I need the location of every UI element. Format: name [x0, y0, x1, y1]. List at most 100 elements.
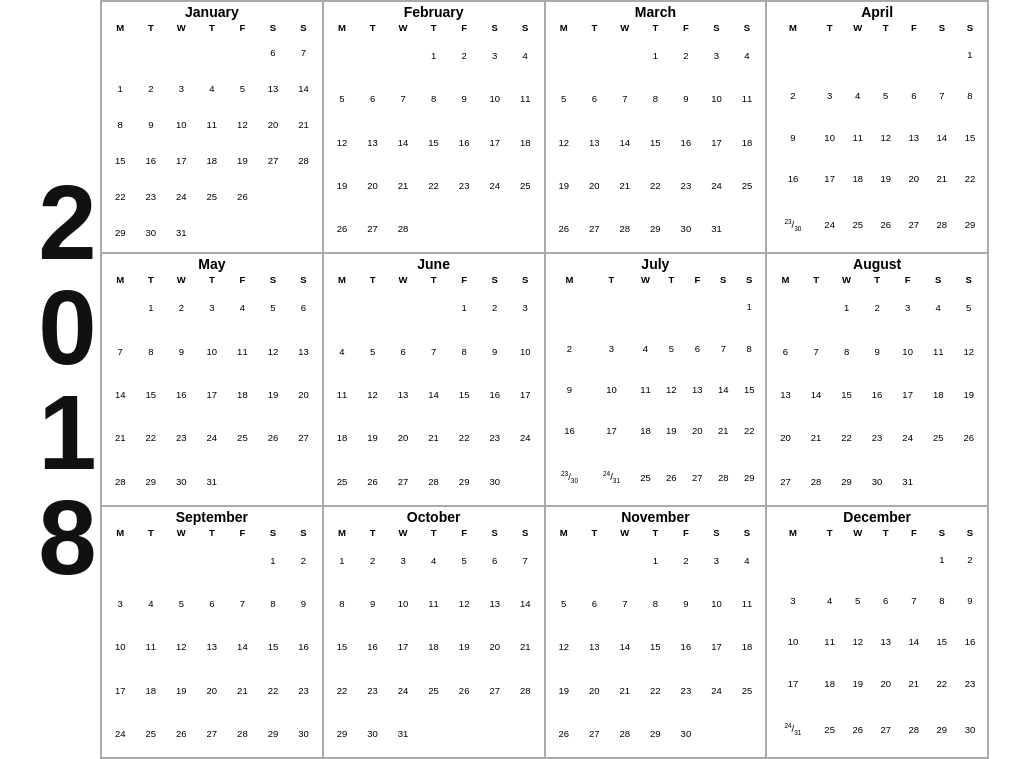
- calendar-cell: 2: [770, 75, 815, 116]
- calendar-cell: 21: [510, 625, 541, 668]
- calendar-cell: 24: [701, 668, 732, 711]
- calendar-cell: 23: [671, 668, 702, 711]
- calendar-table-january: MTWTFSS671234513148910111220211516171819…: [105, 21, 319, 250]
- day-header-T-1: T: [136, 21, 167, 34]
- calendar-cell: [388, 286, 419, 329]
- calendar-cell: 24/31: [770, 704, 815, 755]
- day-header-M-0: M: [105, 21, 136, 34]
- year-digit-0: 0: [38, 275, 96, 380]
- calendar-cell: 31: [197, 459, 228, 502]
- calendar-cell: 11: [844, 117, 872, 158]
- day-header-S-6: S: [510, 526, 541, 539]
- calendar-cell: 12: [357, 373, 388, 416]
- calendar-cell: [227, 214, 258, 250]
- calendar-cell: 21: [710, 410, 736, 451]
- calendar-cell: 28: [105, 459, 136, 502]
- day-header-T-1: T: [816, 526, 844, 539]
- calendar-cell: 19: [166, 668, 197, 711]
- day-header-T-1: T: [136, 526, 167, 539]
- calendar-cell: 14: [510, 582, 541, 625]
- calendar-cell: 8: [736, 328, 762, 369]
- calendar-cell: [227, 539, 258, 582]
- calendar-cell: [610, 34, 641, 77]
- calendar-cell: 29: [831, 459, 862, 502]
- calendar-cell: 30: [862, 459, 893, 502]
- calendar-cell: 17: [770, 663, 815, 704]
- calendar-cell: 10: [590, 369, 632, 410]
- calendar-cell: [900, 34, 928, 75]
- calendar-cell: 10: [816, 117, 844, 158]
- calendar-cell: 26: [227, 178, 258, 214]
- month-january: JanuaryMTWTFSS67123451314891011122021151…: [101, 1, 323, 253]
- calendar-cell: 23: [357, 668, 388, 711]
- calendar-cell: 12: [658, 369, 684, 410]
- calendar-cell: 3: [816, 75, 844, 116]
- calendar-cell: 13: [900, 117, 928, 158]
- calendar-cell: [105, 539, 136, 582]
- day-header-M-0: M: [105, 273, 136, 286]
- calendar-cell: 1: [928, 539, 956, 580]
- calendar-cell: 14: [801, 373, 832, 416]
- calendar-cell: 15: [327, 625, 358, 668]
- calendar-cell: 25: [136, 712, 167, 755]
- calendar-cell: 31: [388, 712, 419, 755]
- calendar-cell: 19: [258, 373, 289, 416]
- day-header-S-6: S: [956, 21, 984, 34]
- day-header-M-0: M: [770, 526, 815, 539]
- calendar-cell: 14: [710, 369, 736, 410]
- calendar-cell: 20: [579, 164, 610, 207]
- calendar-cell: 6: [197, 582, 228, 625]
- month-title-april: April: [770, 4, 984, 20]
- calendar-cell: 11: [136, 625, 167, 668]
- calendar-cell: 27: [579, 207, 610, 250]
- calendar-cell: 15: [956, 117, 984, 158]
- calendar-cell: 13: [579, 121, 610, 164]
- months-grid: JanuaryMTWTFSS67123451314891011122021151…: [100, 0, 989, 759]
- calendar-cell: 28: [418, 459, 449, 502]
- day-header-F-4: F: [684, 273, 710, 286]
- calendar-cell: 7: [710, 328, 736, 369]
- calendar-table-august: MTWTFSS123456789101112131415161718192021…: [770, 273, 984, 502]
- day-header-W-2: W: [388, 21, 419, 34]
- day-header-T-3: T: [197, 273, 228, 286]
- calendar-cell: 18: [732, 625, 763, 668]
- calendar-cell: 1: [258, 539, 289, 582]
- calendar-cell: 8: [327, 582, 358, 625]
- calendar-cell: 6: [770, 330, 801, 373]
- calendar-cell: [844, 34, 872, 75]
- calendar-cell: 26: [357, 459, 388, 502]
- calendar-cell: 23/30: [549, 452, 591, 503]
- calendar-table-may: MTWTFSS123456789101112131415161718192021…: [105, 273, 319, 502]
- calendar-cell: 23: [862, 416, 893, 459]
- calendar-cell: 9: [671, 582, 702, 625]
- calendar-cell: [579, 539, 610, 582]
- calendar-cell: 12: [449, 582, 480, 625]
- calendar-cell: 30: [479, 459, 510, 502]
- calendar-cell: 6: [579, 77, 610, 120]
- calendar-cell: 24: [892, 416, 923, 459]
- year-digit-1: 1: [38, 380, 96, 485]
- calendar-cell: 28: [610, 712, 641, 755]
- calendar-cell: 27: [288, 416, 319, 459]
- month-april: AprilMTWTFSS1234567891011121314151617181…: [766, 1, 988, 253]
- calendar-cell: 17: [197, 373, 228, 416]
- day-header-W-2: W: [166, 526, 197, 539]
- calendar-cell: 2: [862, 286, 893, 329]
- calendar-cell: 20: [197, 668, 228, 711]
- day-header-T-3: T: [418, 526, 449, 539]
- calendar-cell: 25: [418, 668, 449, 711]
- calendar-cell: [801, 286, 832, 329]
- calendar-cell: 16: [770, 158, 815, 199]
- day-header-S-5: S: [258, 273, 289, 286]
- calendar-cell: 6: [579, 582, 610, 625]
- month-title-march: March: [549, 4, 763, 20]
- calendar-cell: 2: [288, 539, 319, 582]
- calendar-cell: 23: [136, 178, 167, 214]
- calendar-cell: 22: [418, 164, 449, 207]
- calendar-cell: 31: [892, 459, 923, 502]
- calendar-cell: 30: [671, 207, 702, 250]
- calendar-cell: 15: [640, 625, 671, 668]
- day-header-W-2: W: [388, 526, 419, 539]
- calendar-cell: 22: [105, 178, 136, 214]
- calendar-cell: 28: [510, 668, 541, 711]
